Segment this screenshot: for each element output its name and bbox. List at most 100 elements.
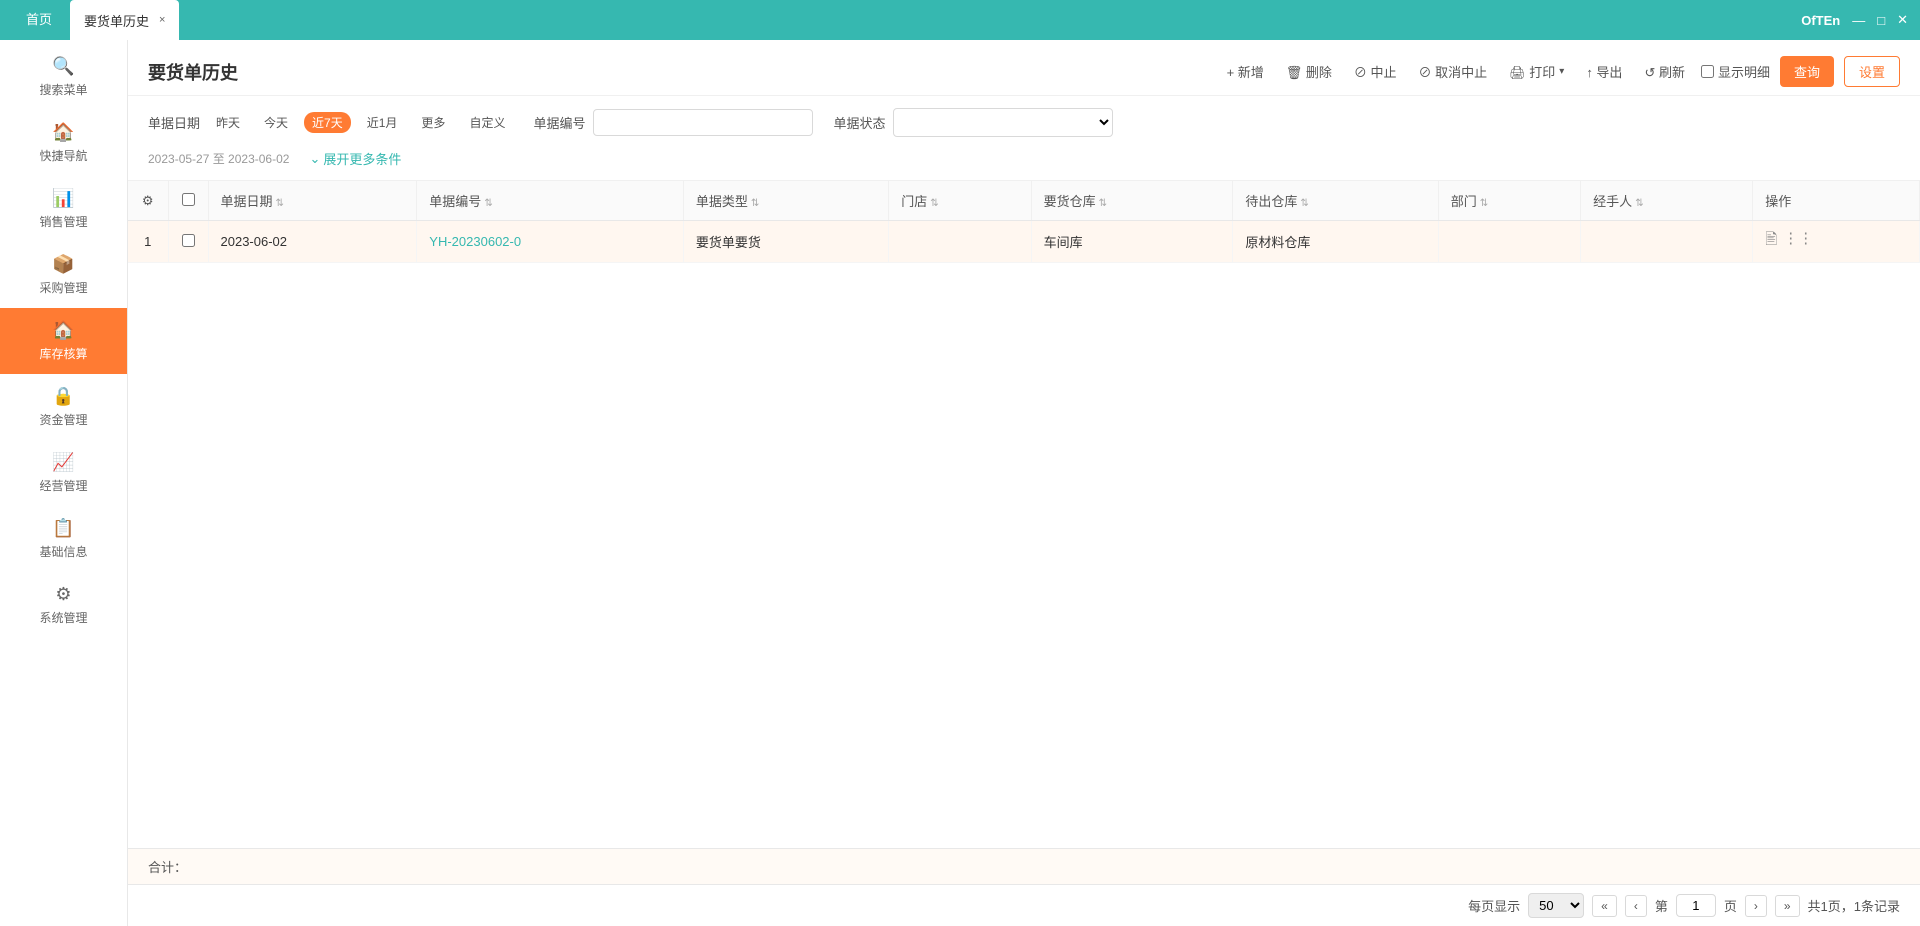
window-close-icon[interactable]: ✕ — [1897, 12, 1908, 28]
top-bar-right: OfTEn — □ ✕ — [1801, 12, 1908, 28]
date-btn-today[interactable]: 今天 — [256, 112, 296, 133]
sidebar-item-system[interactable]: ⚙ 系统管理 — [0, 572, 127, 638]
date-range-display: 2023-05-27 至 2023-06-02 — [148, 150, 289, 167]
export-button[interactable]: ↑ 导出 — [1580, 58, 1628, 85]
sort-date-icon[interactable]: ⇅ — [276, 198, 284, 209]
sidebar-item-sales[interactable]: 📊 销售管理 — [0, 176, 127, 242]
stop-button[interactable]: ⊘ 中止 — [1348, 58, 1403, 85]
sort-handler-icon[interactable]: ⇅ — [1635, 198, 1643, 209]
sort-pending-warehouse-icon[interactable]: ⇅ — [1300, 198, 1308, 209]
sidebar-item-finance[interactable]: 🔒 资金管理 — [0, 374, 127, 440]
print-label: 🖨 打印 — [1509, 62, 1555, 81]
date-btn-7days[interactable]: 近7天 — [304, 112, 351, 133]
sidebar-item-search-menu[interactable]: 🔍 搜索菜单 — [0, 44, 127, 110]
filter-row-1: 单据日期 昨天 今天 近7天 近1月 更多 自定义 单据编号 — [148, 108, 1900, 137]
inventory-icon: 🏠 — [52, 320, 74, 341]
maximize-icon[interactable]: □ — [1877, 13, 1885, 28]
next-page-button[interactable]: › — [1745, 895, 1767, 917]
sort-req-warehouse-icon[interactable]: ⇅ — [1099, 198, 1107, 209]
main-table: ⚙ 单据日期⇅ 单据编号⇅ 单据类型⇅ 门店⇅ 要货仓库⇅ 待出仓库⇅ — [128, 181, 1920, 263]
td-checkbox[interactable] — [168, 221, 208, 263]
total-info: 共1页，1条记录 — [1808, 896, 1900, 915]
refresh-button[interactable]: ↺ 刷新 — [1638, 58, 1691, 85]
sort-department-icon[interactable]: ⇅ — [1480, 198, 1488, 209]
td-pending-warehouse: 原材料仓库 — [1233, 221, 1438, 263]
sidebar-label-basic: 基础信息 — [39, 543, 87, 560]
th-pending-warehouse-label: 待出仓库 — [1245, 194, 1297, 209]
sidebar-label-operations: 经营管理 — [39, 477, 87, 494]
th-store-label: 门店 — [901, 194, 927, 209]
table-body: 1 2023-06-02 YH-20230602-0 要货单要货 车间库 原材料… — [128, 221, 1920, 263]
td-req-warehouse: 车间库 — [1031, 221, 1233, 263]
actions-container: 🖹 ⋮⋮ — [1765, 229, 1907, 254]
first-page-button[interactable]: « — [1592, 895, 1617, 917]
page-title: 要货单历史 — [148, 59, 238, 85]
more-action-icon[interactable]: ⋮⋮ — [1783, 229, 1813, 254]
table-header: ⚙ 单据日期⇅ 单据编号⇅ 单据类型⇅ 门店⇅ 要货仓库⇅ 待出仓库⇅ — [128, 181, 1920, 221]
page-input[interactable] — [1676, 894, 1716, 917]
sidebar-item-basic[interactable]: 📋 基础信息 — [0, 506, 127, 572]
sales-icon: 📊 — [52, 188, 74, 209]
date-btn-1month[interactable]: 近1月 — [359, 112, 406, 133]
summary-label: 合计： — [148, 860, 187, 875]
expand-more-btn[interactable]: ⌄ 展开更多条件 — [309, 149, 401, 168]
page-size-label: 每页显示 — [1468, 896, 1520, 915]
sidebar-item-quick-nav[interactable]: 🏠 快捷导航 — [0, 110, 127, 176]
prev-page-button[interactable]: ‹ — [1625, 895, 1647, 917]
sidebar-item-operations[interactable]: 📈 经营管理 — [0, 440, 127, 506]
th-doc-type: 单据类型⇅ — [683, 181, 888, 221]
row-checkbox[interactable] — [182, 234, 195, 247]
td-handler — [1581, 221, 1753, 263]
page-size-select[interactable]: 50 100 200 — [1528, 893, 1584, 918]
th-handler-label: 经手人 — [1593, 194, 1632, 209]
th-department-label: 部门 — [1451, 194, 1477, 209]
th-req-warehouse: 要货仓库⇅ — [1031, 181, 1233, 221]
doc-status-filter: 单据状态 — [833, 108, 1113, 137]
search-menu-icon: 🔍 — [52, 56, 74, 77]
doc-no-input[interactable] — [593, 109, 813, 136]
display-detail-text: 显示明细 — [1718, 62, 1770, 81]
tab-close-icon[interactable]: × — [159, 14, 165, 26]
doc-no-link[interactable]: YH-20230602-0 — [429, 234, 521, 249]
settings-button[interactable]: 设置 — [1844, 56, 1900, 87]
doc-status-select[interactable] — [893, 108, 1113, 137]
th-setting[interactable]: ⚙ — [128, 181, 168, 221]
filter-row-2: 2023-05-27 至 2023-06-02 ⌄ 展开更多条件 — [148, 145, 1900, 168]
new-button[interactable]: + 新增 — [1221, 58, 1270, 85]
sidebar-item-purchase[interactable]: 📦 采购管理 — [0, 242, 127, 308]
expand-more-label: 展开更多条件 — [323, 149, 401, 168]
view-action-icon[interactable]: 🖹 — [1765, 229, 1777, 254]
sort-store-icon[interactable]: ⇅ — [930, 198, 938, 209]
sidebar-label-system: 系统管理 — [39, 609, 87, 626]
th-store: 门店⇅ — [889, 181, 1031, 221]
print-button[interactable]: 🖨 打印 ▾ — [1503, 58, 1570, 85]
display-detail-checkbox[interactable] — [1701, 65, 1714, 78]
date-btn-yesterday[interactable]: 昨天 — [208, 112, 248, 133]
sort-doc-no-icon[interactable]: ⇅ — [484, 198, 492, 209]
delete-button[interactable]: 🗑 删除 — [1280, 58, 1338, 85]
tab-active[interactable]: 要货单历史 × — [70, 0, 179, 40]
doc-no-label: 单据编号 — [533, 113, 585, 132]
system-icon: ⚙ — [55, 584, 71, 605]
cancel-stop-button[interactable]: ⊘ 取消中止 — [1413, 58, 1494, 85]
tab-home[interactable]: 首页 — [12, 0, 66, 40]
page-input-prefix: 第 — [1655, 896, 1668, 915]
sort-doc-type-icon[interactable]: ⇅ — [751, 198, 759, 209]
toolbar: + 新增 🗑 删除 ⊘ 中止 ⊘ 取消中止 🖨 打印 ▾ ↑ 导出 ↺ 刷新 显… — [1221, 56, 1900, 87]
th-checkbox[interactable] — [168, 181, 208, 221]
td-doc-no: YH-20230602-0 — [417, 221, 684, 263]
content-area: 要货单历史 + 新增 🗑 删除 ⊘ 中止 ⊘ 取消中止 🖨 打印 ▾ ↑ 导出 … — [128, 40, 1920, 926]
doc-no-filter: 单据编号 — [533, 109, 813, 136]
sidebar-item-inventory[interactable]: 🏠 库存核算 — [0, 308, 127, 374]
table-row: 1 2023-06-02 YH-20230602-0 要货单要货 车间库 原材料… — [128, 221, 1920, 263]
quick-nav-icon: 🏠 — [52, 122, 74, 143]
display-detail-label[interactable]: 显示明细 — [1701, 62, 1770, 81]
date-btn-more[interactable]: 更多 — [413, 112, 453, 133]
last-page-button[interactable]: » — [1775, 895, 1800, 917]
operations-icon: 📈 — [52, 452, 74, 473]
date-btn-custom[interactable]: 自定义 — [461, 112, 513, 133]
th-date-label: 单据日期 — [221, 194, 273, 209]
select-all-checkbox[interactable] — [182, 193, 195, 206]
minimize-icon[interactable]: — — [1852, 13, 1865, 28]
query-button[interactable]: 查询 — [1780, 56, 1834, 87]
